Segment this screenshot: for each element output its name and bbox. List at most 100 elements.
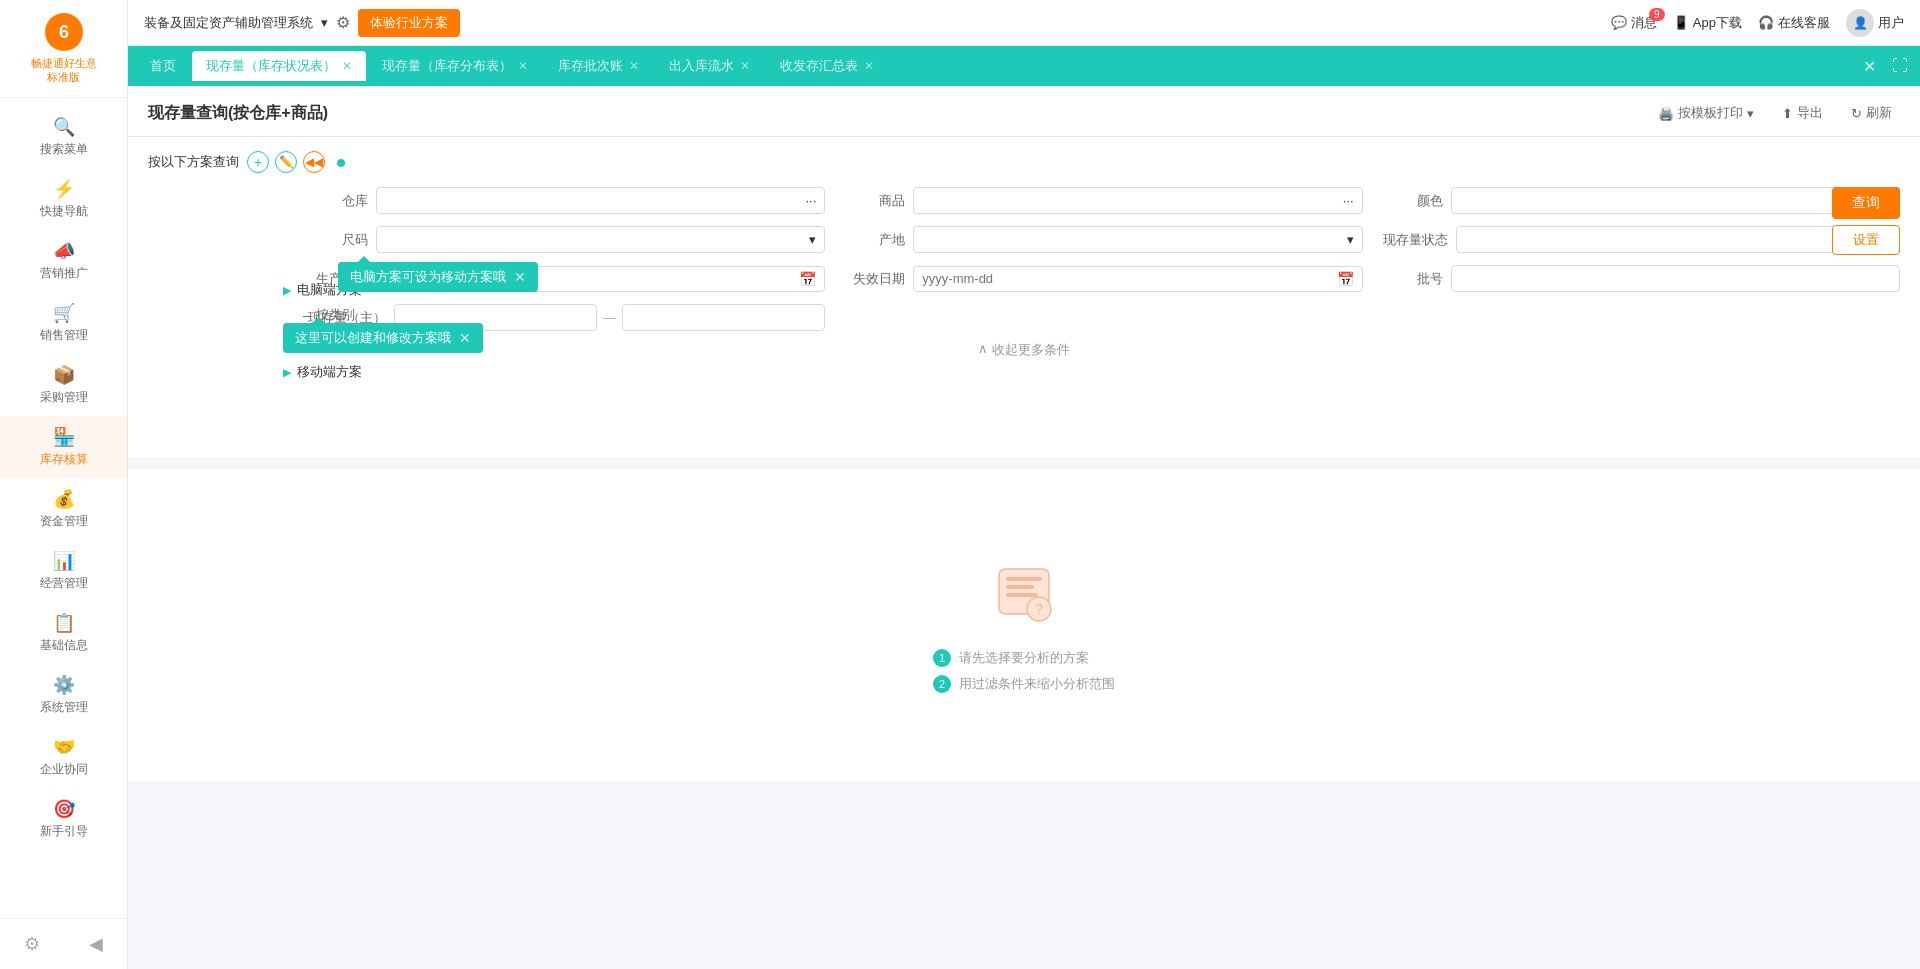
edit-scheme-btn[interactable]: ✏️ [275, 151, 297, 173]
goods-label: 商品 [845, 192, 905, 210]
tooltip2-close-btn[interactable]: ✕ [459, 330, 471, 346]
tab-inventory-dist[interactable]: 现存量（库存分布表） ✕ [368, 51, 542, 81]
avatar: 👤 [1846, 9, 1874, 37]
tab-close-inventory-dist[interactable]: ✕ [518, 59, 528, 73]
tooltip1-close-btn[interactable]: ✕ [514, 269, 526, 285]
scheme-tooltip-2: 这里可以创建和修改方案哦 ✕ [283, 323, 483, 353]
collapse-sidebar-btn[interactable]: ◀ [85, 929, 107, 959]
add-scheme-btn[interactable]: + [247, 151, 269, 173]
quick-nav-icon: ⚡ [53, 178, 75, 200]
page-title-row: 现存量查询(按仓库+商品) 🖨️ 按模板打印 ▾ ⬆ 导出 ↻ 刷新 [148, 100, 1900, 136]
scheme-tooltip-1: 电脑方案可设为移动方案哦 ✕ [338, 262, 538, 292]
svg-rect-3 [1006, 577, 1042, 581]
filter-row-expire-date: 失效日期 📅 [845, 265, 1362, 292]
batch-label: 批号 [1383, 270, 1443, 288]
tab-close-inventory-status[interactable]: ✕ [342, 59, 352, 73]
inventory-icon: 🏪 [53, 426, 75, 448]
tab-batch-ledger[interactable]: 库存批次账 ✕ [544, 51, 653, 81]
user-avatar-btn[interactable]: 👤 用户 [1846, 9, 1904, 37]
origin-label: 产地 [845, 231, 905, 249]
tab-close-collect-summary[interactable]: ✕ [864, 59, 874, 73]
sidebar-item-enterprise[interactable]: 🤝 企业协同 [0, 726, 127, 788]
goods-select[interactable]: ··· [913, 187, 1362, 214]
online-service-btn[interactable]: 🎧 在线客服 [1758, 14, 1830, 32]
tab-fullscreen-icon[interactable]: ⛶ [1888, 53, 1912, 79]
back-scheme-btn[interactable]: ◀◀ [303, 151, 325, 173]
main: 装备及固定资产辅助管理系统 ▾ ⚙ 体验行业方案 💬 消息 9 📱 App下载 … [128, 0, 1920, 969]
produce-date-calendar-icon[interactable]: 📅 [799, 271, 816, 287]
tab-bar-right: ✕ ⛶ [1859, 53, 1912, 80]
filter-label: 按以下方案查询 [148, 153, 239, 171]
tab-close-batch-ledger[interactable]: ✕ [629, 59, 639, 73]
filter-row-color: 颜色 ▾ [1383, 187, 1900, 214]
app-download-btn[interactable]: 📱 App下载 [1673, 14, 1742, 32]
search-btn[interactable]: 查询 [1832, 187, 1900, 219]
expire-date-input[interactable] [922, 271, 1336, 286]
print-btn[interactable]: 🖨️ 按模板打印 ▾ [1650, 100, 1762, 126]
tab-collect-summary[interactable]: 收发存汇总表 ✕ [766, 51, 888, 81]
tab-home[interactable]: 首页 [136, 51, 190, 81]
tab-in-out-flow[interactable]: 出入库流水 ✕ [655, 51, 764, 81]
add-icon: + [254, 154, 262, 170]
origin-select[interactable]: ▾ [913, 226, 1362, 253]
system-icon: ⚙️ [53, 674, 75, 696]
message-icon: 💬 [1611, 15, 1627, 30]
header-left: 装备及固定资产辅助管理系统 ▾ ⚙ 体验行业方案 [144, 9, 460, 37]
service-icon: 🎧 [1758, 15, 1774, 30]
sidebar-item-marketing[interactable]: 📣 营销推广 [0, 230, 127, 292]
batch-input[interactable] [1451, 265, 1900, 292]
svg-rect-4 [1006, 585, 1034, 589]
sidebar-item-inventory[interactable]: 🏪 库存核算 [0, 416, 127, 478]
sidebar-item-search-menu[interactable]: 🔍 搜索菜单 [0, 106, 127, 168]
sidebar-item-operations[interactable]: 📊 经营管理 [0, 540, 127, 602]
expire-date-wrap[interactable]: 📅 [913, 266, 1362, 292]
size-select[interactable]: ▾ [376, 226, 825, 253]
basic-icon: 📋 [53, 612, 75, 634]
sidebar-nav: 🔍 搜索菜单 ⚡ 快捷导航 📣 营销推广 🛒 销售管理 📦 采购管理 🏪 库存核… [0, 98, 127, 918]
industry-btn[interactable]: 体验行业方案 [358, 9, 460, 37]
collapse-chevron-icon: ∧ [978, 341, 988, 359]
svg-text:6: 6 [58, 22, 68, 42]
tab-close-all-icon[interactable]: ✕ [1859, 53, 1880, 80]
warehouse-label: 仓库 [308, 192, 368, 210]
sidebar-item-quick-nav[interactable]: ⚡ 快捷导航 [0, 168, 127, 230]
export-btn[interactable]: ⬆ 导出 [1774, 100, 1831, 126]
print-icon: 🖨️ [1658, 106, 1674, 121]
scheme-dot-indicator [337, 159, 345, 167]
sidebar-item-guide[interactable]: 🎯 新手引导 [0, 788, 127, 850]
scheme-mobile-item[interactable]: ▶ 移动端方案 [283, 359, 362, 385]
enterprise-icon: 🤝 [53, 736, 75, 758]
logo-icon: 6 [44, 12, 84, 52]
filter-row-origin: 产地 ▾ [845, 226, 1362, 253]
sidebar: 6 畅捷通好生意 标准版 🔍 搜索菜单 ⚡ 快捷导航 📣 营销推广 🛒 销售管理… [0, 0, 128, 969]
content-area: 现存量查询(按仓库+商品) 🖨️ 按模板打印 ▾ ⬆ 导出 ↻ 刷新 [128, 86, 1920, 969]
filter-row-size: 尺码 ▾ [308, 226, 825, 253]
page-actions: 🖨️ 按模板打印 ▾ ⬆ 导出 ↻ 刷新 [1650, 100, 1900, 126]
tab-inventory-status[interactable]: 现存量（库存状况表） ✕ [192, 51, 366, 81]
system-dropdown[interactable]: ▾ [321, 15, 328, 30]
header-settings-icon[interactable]: ⚙ [336, 13, 350, 32]
refresh-btn[interactable]: ↻ 刷新 [1843, 100, 1900, 126]
expire-date-calendar-icon[interactable]: 📅 [1337, 271, 1354, 287]
filter-row-goods: 商品 ··· [845, 187, 1362, 214]
empty-state: ? 1 请先选择要分析的方案 2 用过滤条件来缩小分析范围 [128, 469, 1920, 781]
sidebar-bottom: ⚙ ◀ [0, 918, 127, 969]
operations-icon: 📊 [53, 550, 75, 572]
tree-arrow-mobile: ▶ [283, 366, 291, 379]
settings-bottom-btn[interactable]: ⚙ [20, 929, 44, 959]
empty-steps: 1 请先选择要分析的方案 2 用过滤条件来缩小分析范围 [933, 649, 1115, 701]
sidebar-item-system[interactable]: ⚙️ 系统管理 [0, 664, 127, 726]
tab-close-in-out-flow[interactable]: ✕ [740, 59, 750, 73]
reset-btn[interactable]: 设置 [1832, 225, 1900, 255]
empty-state-icon: ? [984, 549, 1064, 629]
sidebar-item-basic[interactable]: 📋 基础信息 [0, 602, 127, 664]
sidebar-item-sales[interactable]: 🛒 销售管理 [0, 292, 127, 354]
warehouse-select[interactable]: ··· [376, 187, 825, 214]
sidebar-item-finance[interactable]: 💰 资金管理 [0, 478, 127, 540]
sidebar-item-purchase[interactable]: 📦 采购管理 [0, 354, 127, 416]
stock-main-max-input[interactable] [622, 304, 825, 331]
message-btn[interactable]: 💬 消息 9 [1611, 14, 1657, 32]
expire-date-label: 失效日期 [845, 270, 905, 288]
print-dropdown-icon: ▾ [1747, 106, 1754, 121]
guide-icon: 🎯 [53, 798, 75, 820]
